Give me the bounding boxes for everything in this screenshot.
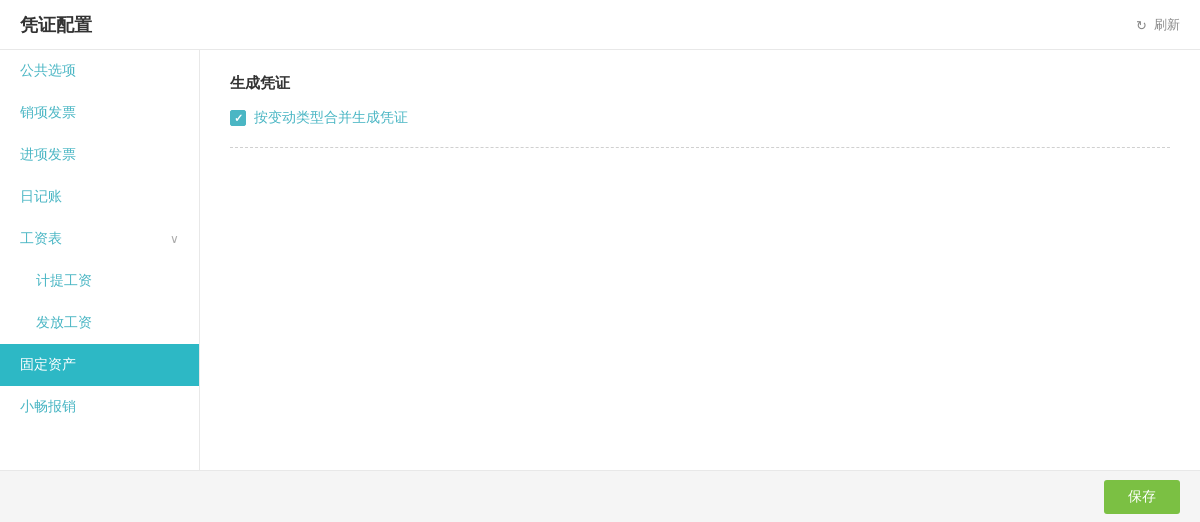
content-area: 生成凭证 按变动类型合并生成凭证 bbox=[200, 50, 1200, 470]
sidebar-item-label: 进项发票 bbox=[20, 146, 76, 164]
sidebar-item-public[interactable]: 公共选项 bbox=[0, 50, 199, 92]
refresh-icon: ↻ bbox=[1136, 18, 1150, 32]
header: 凭证配置 ↻ 刷新 bbox=[0, 0, 1200, 50]
sidebar: 公共选项销项发票进项发票日记账工资表 ∨ 计提工资发放工资固定资产小畅报销 bbox=[0, 50, 200, 470]
save-button[interactable]: 保存 bbox=[1104, 480, 1180, 514]
merge-checkbox[interactable] bbox=[230, 110, 246, 126]
sidebar-item-fixed-assets[interactable]: 固定资产 bbox=[0, 344, 199, 386]
sidebar-item-label: 销项发票 bbox=[20, 104, 76, 122]
divider bbox=[230, 147, 1170, 148]
sidebar-item-purchase-invoice[interactable]: 进项发票 bbox=[0, 134, 199, 176]
section-title: 生成凭证 bbox=[230, 74, 1170, 93]
main-layout: 公共选项销项发票进项发票日记账工资表 ∨ 计提工资发放工资固定资产小畅报销 生成凭证… bbox=[0, 50, 1200, 470]
sidebar-item-pay-payroll[interactable]: 发放工资 bbox=[0, 302, 199, 344]
checkbox-label: 按变动类型合并生成凭证 bbox=[254, 109, 408, 127]
sidebar-item-label: 固定资产 bbox=[20, 356, 76, 374]
sidebar-item-label: 公共选项 bbox=[20, 62, 76, 80]
chevron-down-icon: ∨ bbox=[170, 232, 179, 246]
sidebar-item-label: 工资表 bbox=[20, 230, 62, 248]
sidebar-item-label: 小畅报销 bbox=[20, 398, 76, 416]
sidebar-item-label: 日记账 bbox=[20, 188, 62, 206]
page-title: 凭证配置 bbox=[20, 13, 92, 37]
sidebar-item-diary[interactable]: 日记账 bbox=[0, 176, 199, 218]
refresh-button[interactable]: ↻ 刷新 bbox=[1136, 16, 1180, 34]
sidebar-item-calc-payroll[interactable]: 计提工资 bbox=[0, 260, 199, 302]
checkbox-row: 按变动类型合并生成凭证 bbox=[230, 109, 1170, 127]
sidebar-item-payroll[interactable]: 工资表 ∨ bbox=[0, 218, 199, 260]
sidebar-item-label: 发放工资 bbox=[36, 314, 92, 332]
sidebar-item-expense[interactable]: 小畅报销 bbox=[0, 386, 199, 428]
refresh-label: 刷新 bbox=[1154, 16, 1180, 34]
footer: 保存 bbox=[0, 470, 1200, 522]
sidebar-item-sales-invoice[interactable]: 销项发票 bbox=[0, 92, 199, 134]
sidebar-item-label: 计提工资 bbox=[36, 272, 92, 290]
